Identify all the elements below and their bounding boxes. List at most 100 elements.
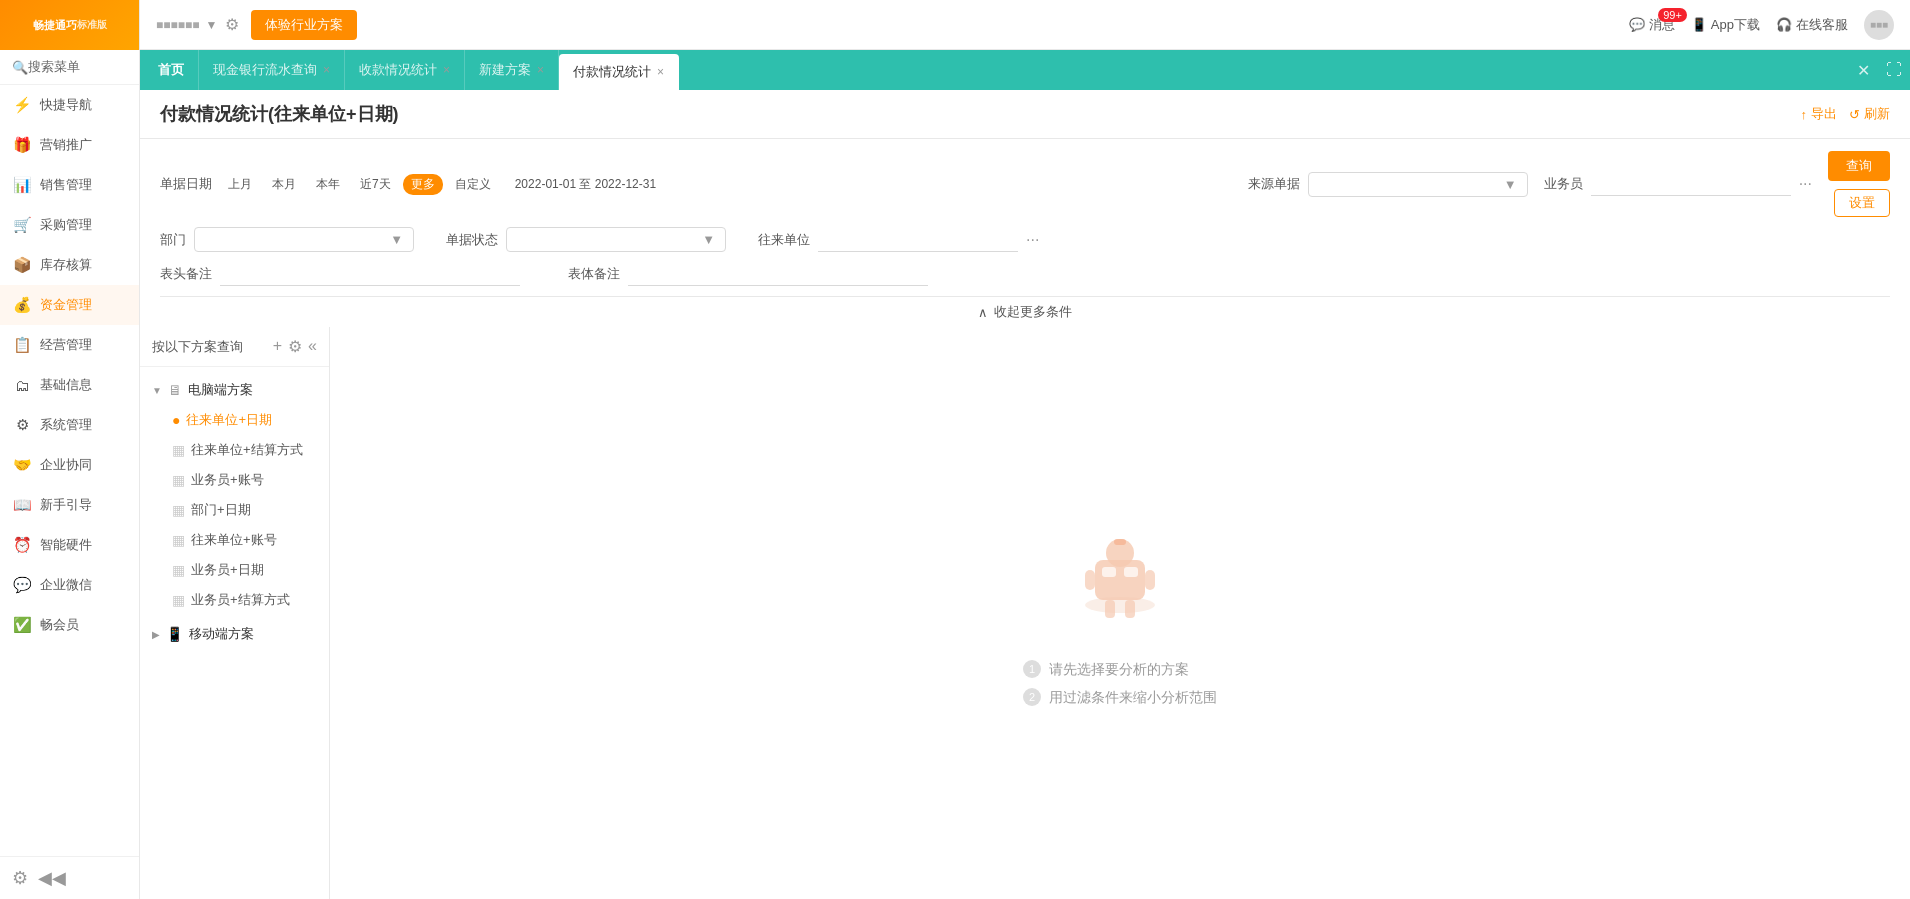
query-button[interactable]: 查询 bbox=[1828, 151, 1890, 181]
header-note-label: 表头备注 bbox=[160, 265, 212, 283]
sidebar-item-basic[interactable]: 🗂 基础信息 bbox=[0, 365, 139, 405]
scheme-collapse-button[interactable]: « bbox=[308, 337, 317, 356]
scheme-section-mobile-title[interactable]: ▶ 📱 移动端方案 bbox=[140, 619, 329, 649]
scheme-item-label-2: 业务员+账号 bbox=[191, 471, 264, 489]
date-tab-custom[interactable]: 自定义 bbox=[447, 174, 499, 195]
header-note-input[interactable] bbox=[220, 262, 520, 286]
app-logo: 畅捷通巧 标准版 bbox=[0, 0, 139, 50]
settings-footer-icon[interactable]: ⚙ bbox=[12, 867, 28, 889]
tabbar-actions: ✕ ⛶ bbox=[1853, 57, 1906, 84]
scheme-section-desktop-title[interactable]: ▼ 🖥 电脑端方案 bbox=[140, 375, 329, 405]
sidebar-item-vip[interactable]: ✅ 畅会员 bbox=[0, 605, 139, 645]
partner-dots[interactable]: ··· bbox=[1026, 231, 1039, 249]
tab-home[interactable]: 首页 bbox=[144, 50, 199, 90]
collapse-filter-button[interactable]: ∧ 收起更多条件 bbox=[160, 296, 1890, 327]
inventory-icon: 📦 bbox=[12, 255, 32, 275]
tab-payment[interactable]: 付款情况统计 × bbox=[559, 54, 679, 90]
salesperson-dots[interactable]: ··· bbox=[1799, 175, 1812, 193]
topbar-settings-icon[interactable]: ⚙ bbox=[225, 15, 239, 34]
scheme-item-label-6: 业务员+结算方式 bbox=[191, 591, 290, 609]
scheme-section-desktop: ▼ 🖥 电脑端方案 ● 往来单位+日期 ▦ 往来单位+结算方式 bbox=[140, 375, 329, 615]
sidebar-item-sales[interactable]: 📊 销售管理 bbox=[0, 165, 139, 205]
tab-bank[interactable]: 现金银行流水查询 × bbox=[199, 50, 345, 90]
scheme-item-2[interactable]: ▦ 业务员+账号 bbox=[148, 465, 329, 495]
dept-select[interactable]: ▼ bbox=[194, 227, 414, 252]
topbar-message[interactable]: 💬 消息 99+ bbox=[1629, 16, 1675, 34]
tabbar: 首页 现金银行流水查询 × 收款情况统计 × 新建方案 × 付款情况统计 × ✕… bbox=[140, 50, 1910, 90]
scheme-item-3[interactable]: ▦ 部门+日期 bbox=[148, 495, 329, 525]
date-tab-last-month[interactable]: 上月 bbox=[220, 174, 260, 195]
sidebar-item-system[interactable]: ⚙ 系统管理 bbox=[0, 405, 139, 445]
dept-select-arrow: ▼ bbox=[390, 232, 403, 247]
date-tab-more[interactable]: 更多 bbox=[403, 174, 443, 195]
sidebar-item-marketing[interactable]: 🎁 营销推广 bbox=[0, 125, 139, 165]
body-note-input[interactable] bbox=[628, 262, 928, 286]
salesperson-input[interactable] bbox=[1591, 172, 1791, 196]
sidebar-item-hardware[interactable]: ⏰ 智能硬件 bbox=[0, 525, 139, 565]
tab-bank-close[interactable]: × bbox=[323, 63, 330, 77]
sidebar-item-wechat[interactable]: 💬 企业微信 bbox=[0, 565, 139, 605]
source-label: 来源单据 bbox=[1248, 175, 1300, 193]
search-icon: 🔍 bbox=[12, 60, 28, 75]
scheme-settings-button[interactable]: ⚙ bbox=[288, 337, 302, 356]
section-arrow-mobile: ▶ bbox=[152, 629, 160, 640]
scheme-item-6[interactable]: ▦ 业务员+结算方式 bbox=[148, 585, 329, 615]
partner-input[interactable] bbox=[818, 228, 1018, 252]
sidebar-item-enterprise[interactable]: 🤝 企业协同 bbox=[0, 445, 139, 485]
sidebar-item-purchase[interactable]: 🛒 采购管理 bbox=[0, 205, 139, 245]
sidebar-item-operation[interactable]: 📋 经营管理 bbox=[0, 325, 139, 365]
doc-status-arrow: ▼ bbox=[702, 232, 715, 247]
scheme-add-button[interactable]: + bbox=[273, 337, 282, 356]
scheme-item-0[interactable]: ● 往来单位+日期 bbox=[148, 405, 329, 435]
hardware-icon: ⏰ bbox=[12, 535, 32, 555]
export-button[interactable]: ↑ 导出 bbox=[1801, 105, 1838, 123]
app-name: 畅捷通巧 bbox=[33, 18, 77, 33]
doc-status-select[interactable]: ▼ bbox=[506, 227, 726, 252]
filter-salesperson-item: 业务员 ··· bbox=[1544, 172, 1812, 196]
svg-rect-2 bbox=[1102, 567, 1116, 577]
date-range-text: 2022-01-01 至 2022-12-31 bbox=[515, 177, 656, 191]
service-label: 在线客服 bbox=[1796, 16, 1848, 34]
source-select[interactable]: ▼ bbox=[1308, 172, 1528, 197]
sidebar-item-inventory[interactable]: 📦 库存核算 bbox=[0, 245, 139, 285]
sidebar-item-capital[interactable]: 💰 资金管理 bbox=[0, 285, 139, 325]
tab-close-all-icon[interactable]: ✕ bbox=[1853, 57, 1874, 84]
date-tab-this-month[interactable]: 本月 bbox=[264, 174, 304, 195]
step-num-2: 2 bbox=[1023, 688, 1041, 706]
sidebar-item-guide[interactable]: 📖 新手引导 bbox=[0, 485, 139, 525]
date-tab-7days[interactable]: 近7天 bbox=[352, 174, 399, 195]
refresh-button[interactable]: ↺ 刷新 bbox=[1849, 105, 1890, 123]
capital-icon: 💰 bbox=[12, 295, 32, 315]
date-tab-this-year[interactable]: 本年 bbox=[308, 174, 348, 195]
scheme-item-5[interactable]: ▦ 业务员+日期 bbox=[148, 555, 329, 585]
collapse-sidebar-icon[interactable]: ◀◀ bbox=[38, 867, 66, 889]
user-avatar[interactable]: ■■■ bbox=[1864, 10, 1894, 40]
scheme-item-icon-5: ▦ bbox=[172, 562, 185, 578]
sidebar-item-nav[interactable]: ⚡ 快捷导航 bbox=[0, 85, 139, 125]
settings-button[interactable]: 设置 bbox=[1834, 189, 1890, 217]
tab-receipt-close[interactable]: × bbox=[443, 63, 450, 77]
filter-row-2: 部门 ▼ 单据状态 ▼ 往来单位 ··· bbox=[160, 227, 1890, 252]
filter-body-note-item: 表体备注 bbox=[568, 262, 928, 286]
topbar-dropdown-arrow[interactable]: ▼ bbox=[206, 18, 218, 32]
empty-step1-text: 请先选择要分析的方案 bbox=[1049, 655, 1189, 683]
tab-receipt[interactable]: 收款情况统计 × bbox=[345, 50, 465, 90]
refresh-icon: ↺ bbox=[1849, 107, 1860, 122]
scheme-item-4[interactable]: ▦ 往来单位+账号 bbox=[148, 525, 329, 555]
scheme-item-1[interactable]: ▦ 往来单位+结算方式 bbox=[148, 435, 329, 465]
sidebar: 畅捷通巧 标准版 🔍 搜索菜单 ⚡ 快捷导航 🎁 营销推广 📊 销售管理 🛒 采… bbox=[0, 0, 140, 899]
page-content: 付款情况统计(往来单位+日期) ↑ 导出 ↺ 刷新 单据日期 上月 bbox=[140, 90, 1910, 899]
tab-expand-icon[interactable]: ⛶ bbox=[1882, 57, 1906, 83]
empty-illustration bbox=[1060, 515, 1180, 635]
tab-new-scheme[interactable]: 新建方案 × bbox=[465, 50, 559, 90]
topbar-online-service[interactable]: 🎧 在线客服 bbox=[1776, 16, 1848, 34]
svg-rect-7 bbox=[1125, 600, 1135, 618]
tab-new-scheme-label: 新建方案 bbox=[479, 61, 531, 79]
scheme-panel-header: 按以下方案查询 + ⚙ « bbox=[140, 327, 329, 367]
scheme-item-label-4: 往来单位+账号 bbox=[191, 531, 277, 549]
tab-new-scheme-close[interactable]: × bbox=[537, 63, 544, 77]
topbar-app-download[interactable]: 📱 App下载 bbox=[1691, 16, 1760, 34]
tab-payment-close[interactable]: × bbox=[657, 65, 664, 79]
trial-button[interactable]: 体验行业方案 bbox=[251, 10, 357, 40]
sidebar-item-search[interactable]: 🔍 搜索菜单 bbox=[0, 50, 139, 85]
